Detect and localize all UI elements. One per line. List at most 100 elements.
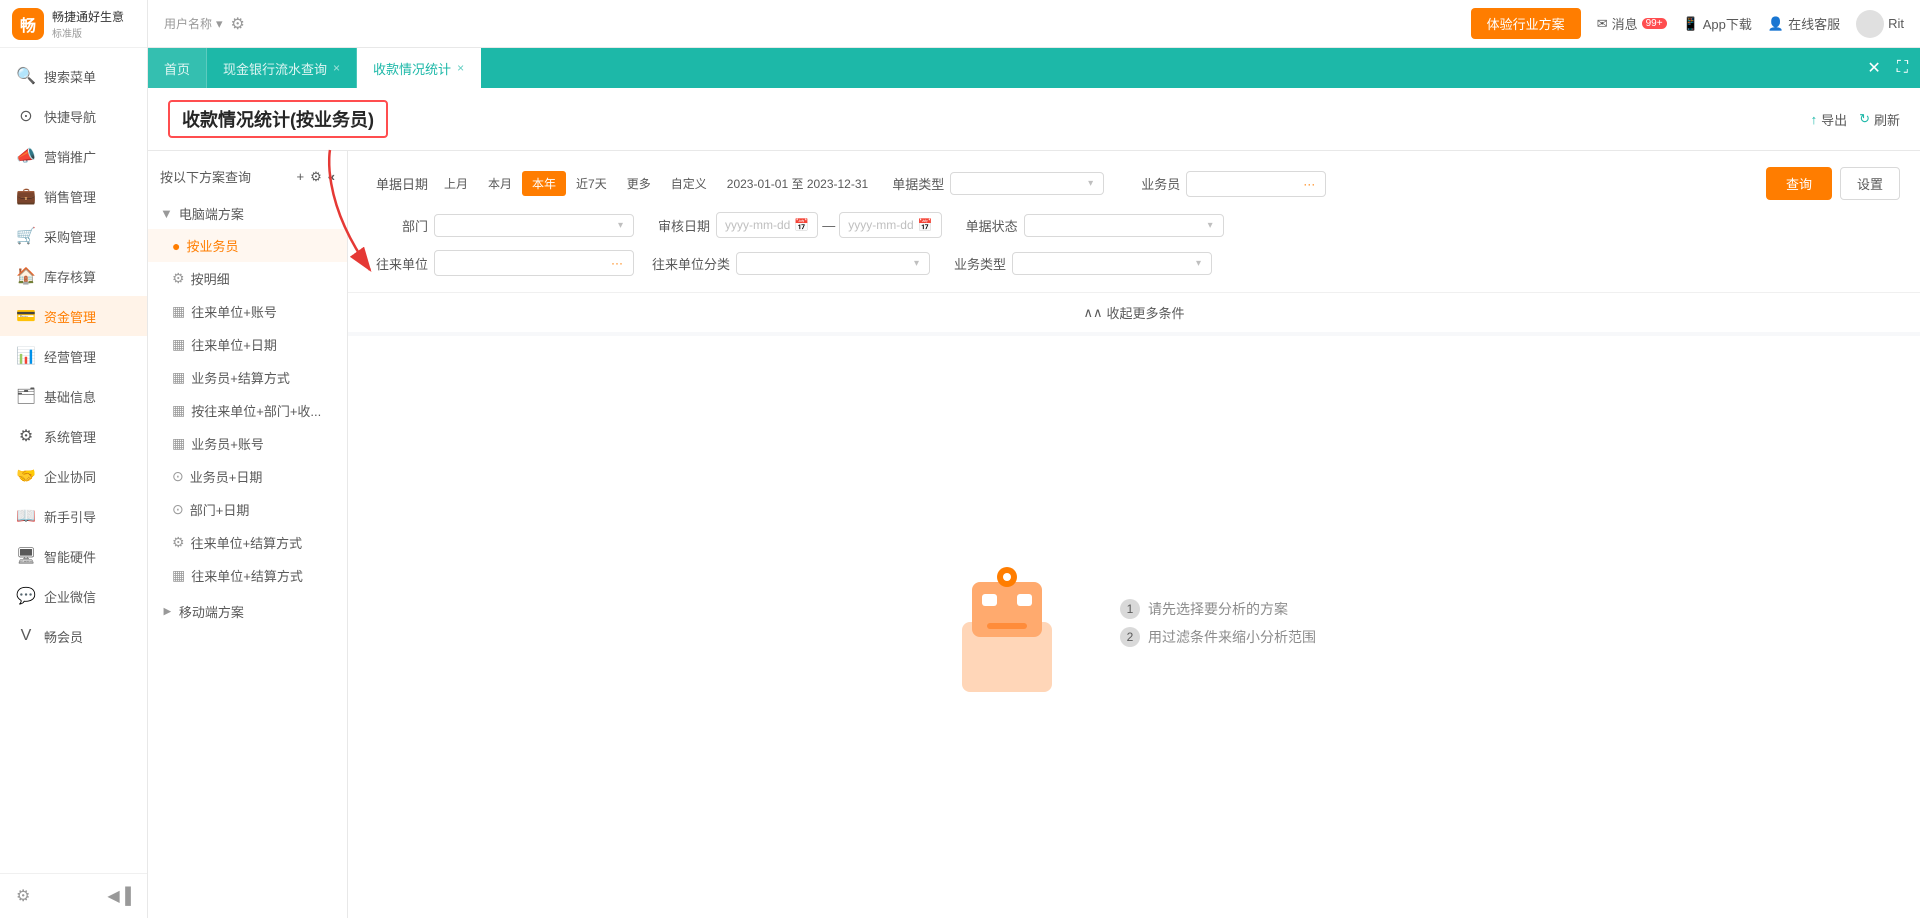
collapse-label: 收起更多条件 xyxy=(1107,303,1185,322)
message-btn[interactable]: ✉ 消息 99+ xyxy=(1597,14,1667,33)
scheme-group-desktop-title[interactable]: ▼ 电脑端方案 xyxy=(148,198,347,229)
doc-status-select[interactable]: ▾ xyxy=(1024,214,1224,237)
service-icon: 👤 xyxy=(1768,16,1784,32)
settings-gear-icon[interactable]: ⚙ xyxy=(16,886,30,906)
sidebar-item-marketing[interactable]: 📣 营销推广 xyxy=(0,136,147,176)
dept-select[interactable]: ▾ xyxy=(434,214,634,237)
partner-category-select[interactable]: ▾ xyxy=(736,252,930,275)
scheme-item-unit-date[interactable]: ▦ 往来单位+日期 xyxy=(148,328,347,361)
download-icon: 📱 xyxy=(1683,16,1699,32)
guide-icon: 📖 xyxy=(16,506,36,526)
scheme-item-unit-dept[interactable]: ▦ 按往来单位+部门+收... xyxy=(148,394,347,427)
sidebar-item-system[interactable]: ⚙ 系统管理 xyxy=(0,416,147,456)
sidebar-item-wechat[interactable]: 💬 企业微信 xyxy=(0,576,147,616)
sidebar-item-guide[interactable]: 📖 新手引导 xyxy=(0,496,147,536)
collection-tab-close[interactable]: × xyxy=(457,61,464,75)
left-panel: 按以下方案查询 + ⚙ « ▼ 电脑端方案 ● 按业务员 xyxy=(148,151,348,918)
close-window-btn[interactable]: ✕ xyxy=(1863,54,1884,82)
empty-illustration xyxy=(952,562,1072,692)
scheme-item-sales-account[interactable]: ▦ 业务员+账号 xyxy=(148,427,347,460)
scheme-item-sales-date[interactable]: ⊙ 业务员+日期 xyxy=(148,460,347,493)
sidebar-item-hardware[interactable]: 🖥 智能硬件 xyxy=(0,536,147,576)
collapse-bar[interactable]: ∧∧ 收起更多条件 xyxy=(348,292,1920,332)
sidebar-item-purchase[interactable]: 🛒 采购管理 xyxy=(0,216,147,256)
empty-content: 1 请先选择要分析的方案 2 用过滤条件来缩小分析范围 xyxy=(952,562,1316,692)
topbar-actions: 体验行业方案 ✉ 消息 99+ 📱 App下载 👤 在线客服 Rit xyxy=(1471,8,1904,39)
settings-top-icon[interactable]: ⚙ xyxy=(231,14,245,34)
date-btn-more[interactable]: 更多 xyxy=(617,171,661,196)
export-btn[interactable]: ↑ 导出 xyxy=(1811,110,1848,129)
unit-dept-icon: ▦ xyxy=(172,402,185,419)
step-2-text: 用过滤条件来缩小分析范围 xyxy=(1148,627,1316,647)
collapse-panel-btn[interactable]: « xyxy=(328,169,335,185)
date-btn-custom[interactable]: 自定义 xyxy=(661,171,717,196)
collapse-sidebar-icon[interactable]: ◀▐ xyxy=(107,886,131,906)
partner-select[interactable]: ··· xyxy=(434,250,634,276)
date-btn-this-month[interactable]: 本月 xyxy=(478,171,522,196)
user-avatar[interactable]: Rit xyxy=(1856,10,1904,38)
review-date-start[interactable]: yyyy-mm-dd 📅 xyxy=(716,212,818,238)
partner-category-label: 往来单位分类 xyxy=(650,254,730,273)
sidebar-item-quicknav[interactable]: ⊙ 快捷导航 xyxy=(0,96,147,136)
scheme-item-unit-settlement1[interactable]: ⚙ 往来单位+结算方式 xyxy=(148,526,347,559)
message-badge: 99+ xyxy=(1642,18,1667,29)
sidebar-item-search[interactable]: 🔍 搜索菜单 xyxy=(0,56,147,96)
filter-section: 单据日期 上月 本月 本年 近7天 更多 自定义 2023-01-01 至 20… xyxy=(348,151,1920,292)
scheme-item-dept-date[interactable]: ⊙ 部门+日期 xyxy=(148,493,347,526)
group-label-mobile: 移动端方案 xyxy=(179,602,244,621)
page-actions: ↑ 导出 ↻ 刷新 xyxy=(1811,110,1900,129)
hardware-icon: 🖥 xyxy=(16,546,36,566)
add-scheme-btn[interactable]: + xyxy=(297,169,305,185)
empty-steps: 1 请先选择要分析的方案 2 用过滤条件来缩小分析范围 xyxy=(1120,599,1316,655)
tab-bank[interactable]: 现金银行流水查询 × xyxy=(207,48,357,88)
operation-icon: 📊 xyxy=(16,346,36,366)
sidebar-item-sales[interactable]: 💼 销售管理 xyxy=(0,176,147,216)
sidebar-item-cooperation[interactable]: 🤝 企业协同 xyxy=(0,456,147,496)
wechat-icon: 💬 xyxy=(16,586,36,606)
query-button[interactable]: 查询 xyxy=(1766,167,1832,200)
panel-header-title: 按以下方案查询 xyxy=(160,167,251,186)
sidebar-item-inventory[interactable]: 🏠 库存核算 xyxy=(0,256,147,296)
biz-type-select[interactable]: ▾ xyxy=(1012,252,1212,275)
review-date-end[interactable]: yyyy-mm-dd 📅 xyxy=(839,212,941,238)
settings-button[interactable]: 设置 xyxy=(1840,167,1900,200)
trial-button[interactable]: 体验行业方案 xyxy=(1471,8,1581,39)
group-label-desktop: 电脑端方案 xyxy=(179,204,244,223)
doc-status-chevron: ▾ xyxy=(1208,220,1213,231)
sidebar-item-finance[interactable]: 💳 资金管理 xyxy=(0,296,147,336)
main-wrapper: 用户名称 ▾ ⚙ 体验行业方案 ✉ 消息 99+ 📱 App下载 👤 在线客服 xyxy=(148,0,1920,918)
scheme-group-mobile-title[interactable]: ▼ 移动端方案 xyxy=(148,596,347,627)
marketing-icon: 📣 xyxy=(16,146,36,166)
tab-collection[interactable]: 收款情况统计 × xyxy=(357,48,481,88)
sidebar-menu: 🔍 搜索菜单 ⊙ 快捷导航 📣 营销推广 💼 销售管理 🛒 采购管理 🏠 库存核… xyxy=(0,48,147,873)
refresh-btn[interactable]: ↻ 刷新 xyxy=(1859,110,1900,129)
partner-more-btn[interactable]: ··· xyxy=(611,256,623,270)
scheme-settings-btn[interactable]: ⚙ xyxy=(310,169,322,185)
sidebar-item-basic[interactable]: 🗂 基础信息 xyxy=(0,376,147,416)
home-tab-label: 首页 xyxy=(164,59,190,78)
tabbar: 首页 现金银行流水查询 × 收款情况统计 × ✕ ⛶ xyxy=(148,48,1920,88)
date-btn-this-year[interactable]: 本年 xyxy=(522,171,566,196)
scheme-item-by-salesperson[interactable]: ● 按业务员 xyxy=(148,229,347,262)
tab-home[interactable]: 首页 xyxy=(148,48,207,88)
right-panel: 单据日期 上月 本月 本年 近7天 更多 自定义 2023-01-01 至 20… xyxy=(348,151,1920,918)
scheme-item-by-detail[interactable]: ⚙ 按明细 xyxy=(148,262,347,295)
dropdown-icon[interactable]: ▾ xyxy=(216,16,223,32)
empty-step-2: 2 用过滤条件来缩小分析范围 xyxy=(1120,627,1316,647)
online-service-btn[interactable]: 👤 在线客服 xyxy=(1768,14,1840,33)
date-btn-last-month[interactable]: 上月 xyxy=(434,171,478,196)
step-1-text: 请先选择要分析的方案 xyxy=(1148,599,1288,619)
sidebar-item-operation[interactable]: 📊 经营管理 xyxy=(0,336,147,376)
sales-select[interactable]: ··· xyxy=(1186,171,1326,197)
page-title: 收款情况统计(按业务员) xyxy=(182,110,374,130)
bank-tab-close[interactable]: × xyxy=(333,61,340,75)
doc-type-select[interactable]: ▾ xyxy=(950,172,1104,195)
maximize-btn[interactable]: ⛶ xyxy=(1893,55,1912,81)
scheme-item-unit-settlement2[interactable]: ▦ 往来单位+结算方式 xyxy=(148,559,347,592)
app-download-btn[interactable]: 📱 App下载 xyxy=(1683,14,1752,33)
scheme-item-sales-settlement[interactable]: ▦ 业务员+结算方式 xyxy=(148,361,347,394)
date-btn-7days[interactable]: 近7天 xyxy=(566,171,617,196)
scheme-item-unit-account[interactable]: ▦ 往来单位+账号 xyxy=(148,295,347,328)
sales-more-btn[interactable]: ··· xyxy=(1303,177,1315,191)
sidebar-item-vip[interactable]: V 畅会员 xyxy=(0,616,147,656)
